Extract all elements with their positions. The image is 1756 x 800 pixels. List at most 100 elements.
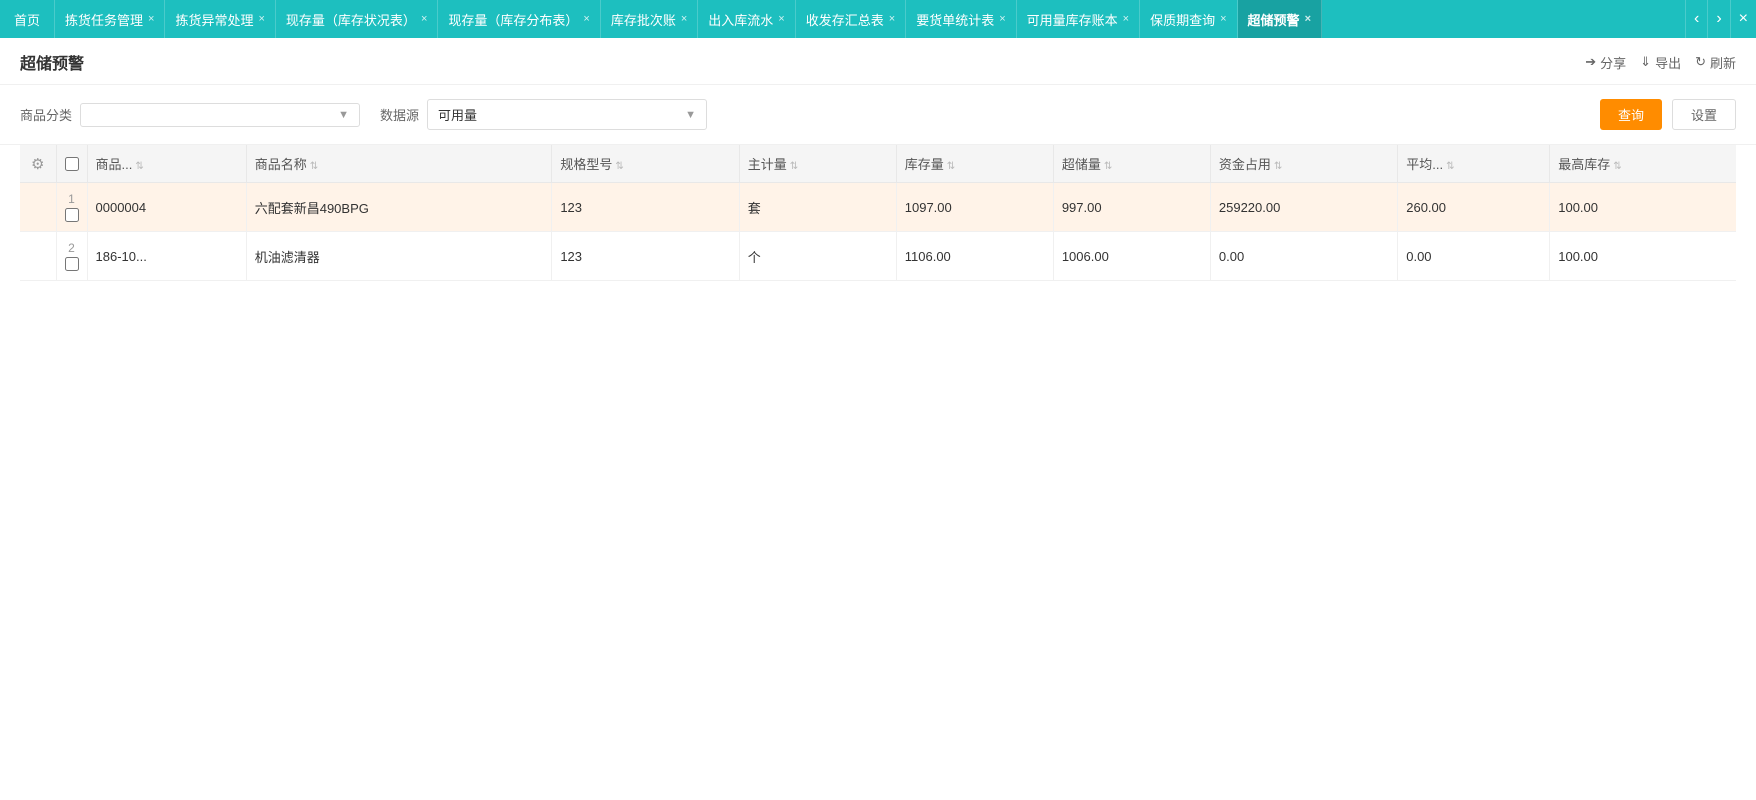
row-settings-cell	[20, 232, 56, 281]
category-filter-group: 商品分类 ▼	[20, 103, 360, 127]
row-name: 机油滤清器	[246, 232, 552, 281]
row-spec: 123	[552, 183, 739, 232]
tab-close-1[interactable]: ×	[258, 13, 264, 25]
sort-overstock-icon[interactable]: ⇅	[1104, 161, 1112, 172]
row-index-cell: 2	[56, 232, 87, 281]
filter-actions: 查询 设置	[1600, 99, 1736, 130]
sort-name-icon[interactable]: ⇅	[310, 161, 318, 172]
row-average: 0.00	[1398, 232, 1550, 281]
sort-stock-icon[interactable]: ⇅	[947, 161, 955, 172]
select-all-checkbox[interactable]	[65, 157, 79, 171]
datasource-chevron-down-icon: ▼	[685, 109, 696, 121]
category-chevron-down-icon: ▼	[338, 109, 349, 121]
col-header-overstock[interactable]: 超储量⇅	[1053, 145, 1210, 183]
sort-maxstock-icon[interactable]: ⇅	[1613, 161, 1621, 172]
row-checkbox[interactable]	[65, 208, 79, 222]
page-title-bar: 超储预警 ➔ 分享 ⇓ 导出 ↻ 刷新	[0, 38, 1756, 85]
datasource-filter-group: 数据源 可用量 ▼	[380, 99, 707, 130]
export-button[interactable]: ⇓ 导出	[1640, 53, 1681, 72]
nav-close-tab[interactable]: ×	[1730, 0, 1756, 38]
tab-close-6[interactable]: ×	[889, 13, 895, 25]
tab-close-5[interactable]: ×	[778, 13, 784, 25]
filter-bar: 商品分类 ▼ 数据源 可用量 ▼ 查询 设置	[0, 85, 1756, 145]
row-stock: 1097.00	[896, 183, 1053, 232]
row-maxstock: 100.00	[1550, 232, 1736, 281]
row-overstock: 1006.00	[1053, 232, 1210, 281]
nav-tab-10[interactable]: 超储预警 ×	[1238, 0, 1322, 38]
refresh-icon: ↻	[1695, 54, 1706, 70]
tab-close-2[interactable]: ×	[421, 13, 427, 25]
refresh-button[interactable]: ↻ 刷新	[1695, 53, 1736, 72]
col-header-capital[interactable]: 资金占用⇅	[1210, 145, 1397, 183]
sort-spec-icon[interactable]: ⇅	[615, 161, 623, 172]
nav-tab-6[interactable]: 收发存汇总表 ×	[796, 0, 906, 38]
row-code: 0000004	[87, 183, 246, 232]
col-header-settings[interactable]: ⚙	[20, 145, 56, 183]
nav-tab-1[interactable]: 拣货异常处理 ×	[165, 0, 275, 38]
table-row: 1 0000004 六配套新昌490BPG 123 套 1097.00 997.…	[20, 183, 1736, 232]
title-actions: ➔ 分享 ⇓ 导出 ↻ 刷新	[1585, 53, 1736, 72]
nav-tab-9[interactable]: 保质期查询 ×	[1140, 0, 1237, 38]
row-capital: 259220.00	[1210, 183, 1397, 232]
col-header-spec[interactable]: 规格型号⇅	[552, 145, 739, 183]
page-content: 超储预警 ➔ 分享 ⇓ 导出 ↻ 刷新 商品分类 ▼ 数据源	[0, 38, 1756, 800]
row-unit: 套	[739, 183, 896, 232]
tab-close-4[interactable]: ×	[681, 13, 687, 25]
col-header-stock[interactable]: 库存量⇅	[896, 145, 1053, 183]
nav-tab-0[interactable]: 拣货任务管理 ×	[55, 0, 165, 38]
datasource-select-value: 可用量	[438, 105, 477, 124]
sort-code-icon[interactable]: ⇅	[135, 161, 143, 172]
nav-tab-3[interactable]: 现存量（库存分布表） ×	[438, 0, 600, 38]
nav-tab-7[interactable]: 要货单统计表 ×	[906, 0, 1016, 38]
col-header-unit[interactable]: 主计量⇅	[739, 145, 896, 183]
col-header-maxstock[interactable]: 最高库存⇅	[1550, 145, 1736, 183]
sort-average-icon[interactable]: ⇅	[1446, 161, 1454, 172]
tab-close-7[interactable]: ×	[999, 13, 1005, 25]
row-average: 260.00	[1398, 183, 1550, 232]
nav-right-arrow[interactable]: ›	[1707, 0, 1729, 38]
row-name: 六配套新昌490BPG	[246, 183, 552, 232]
row-stock: 1106.00	[896, 232, 1053, 281]
share-icon: ➔	[1585, 54, 1596, 70]
tab-close-8[interactable]: ×	[1123, 13, 1129, 25]
col-header-average[interactable]: 平均...⇅	[1398, 145, 1550, 183]
table-container: ⚙ 商品...⇅ 商品名称⇅ 规格型号⇅	[0, 145, 1756, 281]
data-table: ⚙ 商品...⇅ 商品名称⇅ 规格型号⇅	[20, 145, 1736, 281]
nav-tab-4[interactable]: 库存批次账 ×	[601, 0, 698, 38]
sort-capital-icon[interactable]: ⇅	[1274, 161, 1282, 172]
category-label: 商品分类	[20, 105, 72, 124]
col-header-checkbox[interactable]	[56, 145, 87, 183]
datasource-select[interactable]: 可用量 ▼	[427, 99, 707, 130]
nav-arrows: ‹ › ×	[1685, 0, 1756, 38]
nav-left-arrow[interactable]: ‹	[1685, 0, 1707, 38]
table-header-row: ⚙ 商品...⇅ 商品名称⇅ 规格型号⇅	[20, 145, 1736, 183]
tab-close-10[interactable]: ×	[1305, 13, 1311, 25]
tab-close-3[interactable]: ×	[583, 13, 589, 25]
tab-close-9[interactable]: ×	[1220, 13, 1226, 25]
row-index-cell: 1	[56, 183, 87, 232]
page-title: 超储预警	[20, 50, 84, 74]
row-overstock: 997.00	[1053, 183, 1210, 232]
row-unit: 个	[739, 232, 896, 281]
nav-tab-8[interactable]: 可用量库存账本 ×	[1017, 0, 1140, 38]
nav-tab-2[interactable]: 现存量（库存状况表） ×	[276, 0, 438, 38]
row-code: 186-10...	[87, 232, 246, 281]
category-select[interactable]: ▼	[80, 103, 360, 127]
nav-tab-5[interactable]: 出入库流水 ×	[698, 0, 795, 38]
row-spec: 123	[552, 232, 739, 281]
share-button[interactable]: ➔ 分享	[1585, 53, 1626, 72]
col-header-code[interactable]: 商品...⇅	[87, 145, 246, 183]
row-checkbox[interactable]	[65, 257, 79, 271]
query-button[interactable]: 查询	[1600, 99, 1662, 130]
row-settings-cell	[20, 183, 56, 232]
settings-button[interactable]: 设置	[1672, 99, 1736, 130]
row-maxstock: 100.00	[1550, 183, 1736, 232]
tab-close-0[interactable]: ×	[148, 13, 154, 25]
datasource-label: 数据源	[380, 105, 419, 124]
table-row: 2 186-10... 机油滤清器 123 个 1106.00 1006.00 …	[20, 232, 1736, 281]
sort-unit-icon[interactable]: ⇅	[790, 161, 798, 172]
row-capital: 0.00	[1210, 232, 1397, 281]
nav-home[interactable]: 首页	[0, 0, 55, 38]
col-header-name[interactable]: 商品名称⇅	[246, 145, 552, 183]
table-settings-icon[interactable]: ⚙	[31, 156, 44, 173]
